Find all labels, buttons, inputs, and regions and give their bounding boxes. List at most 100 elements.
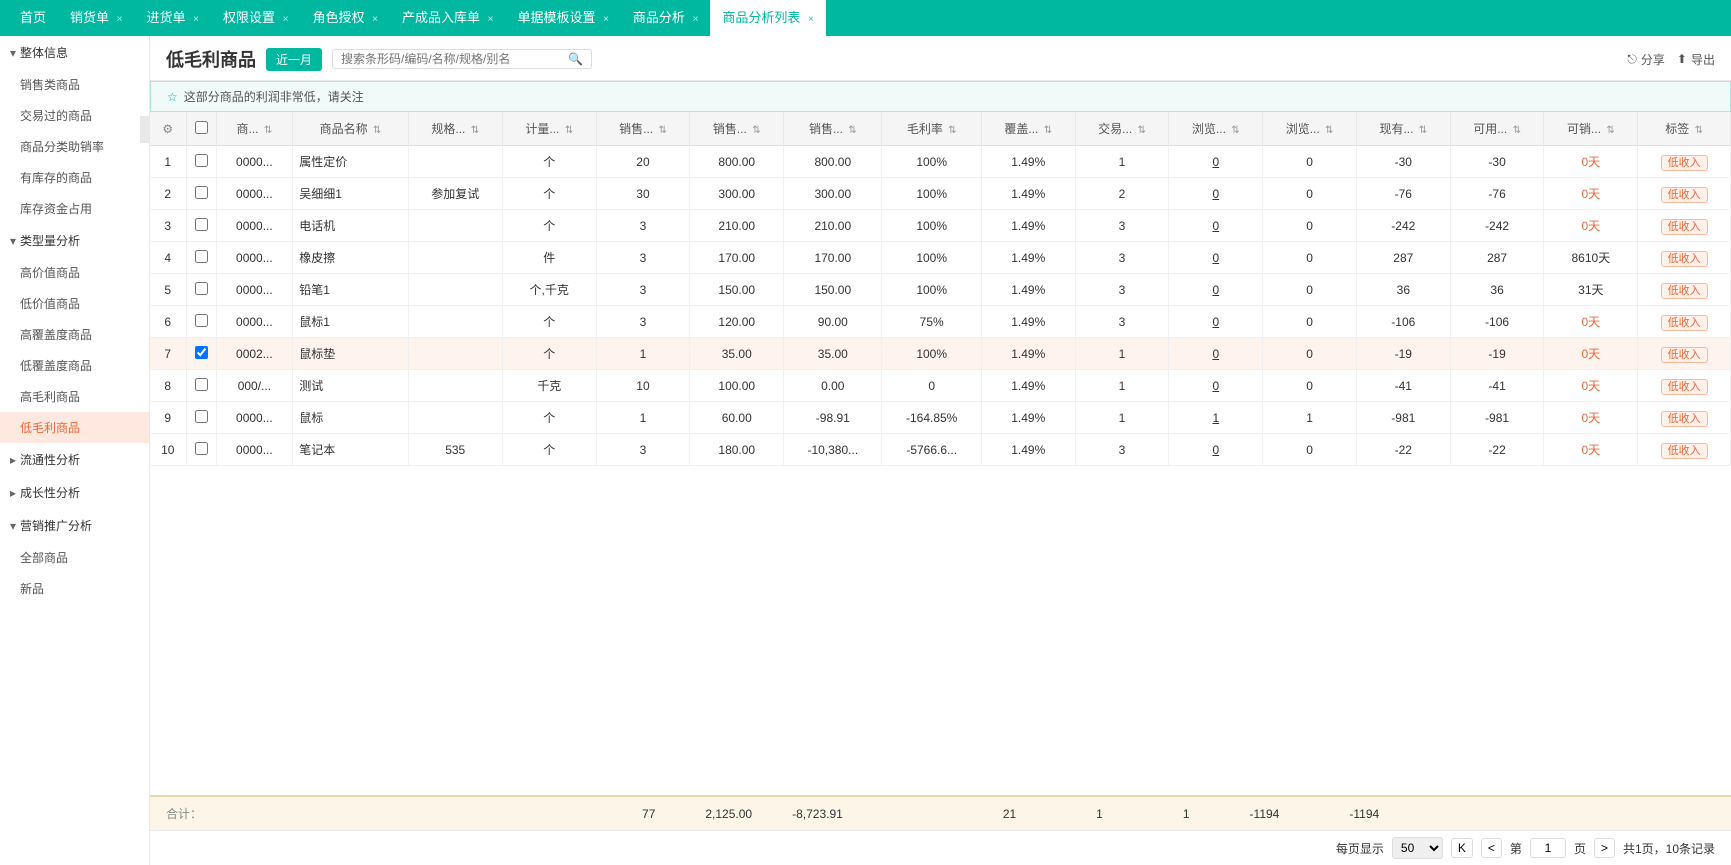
nav-goods-analysis-list[interactable]: 商品分析列表 ×: [710, 0, 825, 36]
row-sales1: 3: [596, 210, 690, 242]
row-checkbox[interactable]: [186, 146, 216, 178]
nav-roles[interactable]: 角色授权 ×: [300, 0, 389, 36]
sidebar-item-low-coverage[interactable]: 低覆盖度商品: [0, 350, 149, 381]
row-checkbox[interactable]: [186, 338, 216, 370]
row-browse1: 0: [1169, 434, 1263, 466]
row-current: -19: [1356, 338, 1450, 370]
close-product-inbound-icon[interactable]: ×: [488, 14, 494, 25]
row-spec: [408, 210, 502, 242]
row-checkbox[interactable]: [186, 402, 216, 434]
nav-permissions[interactable]: 权限设置 ×: [211, 0, 300, 36]
nav-purchase[interactable]: 进货单 ×: [135, 0, 211, 36]
sidebar-item-high-value[interactable]: 高价值商品: [0, 257, 149, 288]
row-code: 0000...: [216, 402, 293, 434]
nav-goods-analysis[interactable]: 商品分析 ×: [621, 0, 710, 36]
sidebar-item-inventory-capital[interactable]: 库存资金占用: [0, 193, 149, 224]
row-sales3: 800.00: [784, 146, 882, 178]
row-coverage: 1.49%: [981, 338, 1075, 370]
row-number: 8: [150, 370, 186, 402]
arrow-icon-5: ▾: [10, 519, 16, 533]
search-icon[interactable]: 🔍: [568, 52, 583, 66]
footer-available-total: -1194: [1349, 807, 1379, 821]
next-page-button[interactable]: >: [1594, 838, 1615, 858]
row-sales2: 35.00: [690, 338, 784, 370]
row-browse1: 0: [1169, 338, 1263, 370]
row-sales3: 170.00: [784, 242, 882, 274]
row-number: 7: [150, 338, 186, 370]
sidebar-item-all-goods[interactable]: 全部商品: [0, 542, 149, 573]
sidebar-item-stocked-goods[interactable]: 有库存的商品: [0, 162, 149, 193]
close-goods-list-icon[interactable]: ×: [808, 14, 814, 25]
sidebar-item-sales-goods[interactable]: 销售类商品: [0, 69, 149, 100]
sidebar-group-growth[interactable]: ▸ 成长性分析: [0, 476, 149, 509]
row-checkbox[interactable]: [186, 210, 216, 242]
nav-home[interactable]: 首页: [8, 0, 58, 36]
prev-page-button[interactable]: <: [1481, 838, 1502, 858]
filter-button[interactable]: 近一月: [266, 48, 322, 71]
row-unit: 个: [502, 338, 596, 370]
row-browse2: 0: [1263, 146, 1357, 178]
sidebar-item-traded-goods[interactable]: 交易过的商品: [0, 100, 149, 131]
share-button[interactable]: ⎋ 分享: [1627, 51, 1665, 68]
select-all-checkbox[interactable]: [195, 121, 208, 134]
row-tag: 低收入: [1638, 242, 1731, 274]
sidebar-group-circulation[interactable]: ▸ 流通性分析: [0, 443, 149, 476]
nav-template[interactable]: 单据模板设置 ×: [505, 0, 620, 36]
table-row: 8 000/... 测试 千克 10 100.00 0.00 0 1.49% 1…: [150, 370, 1731, 402]
row-sales2: 150.00: [690, 274, 784, 306]
row-browse1: 0: [1169, 370, 1263, 402]
sidebar-item-category-rate[interactable]: 商品分类助销率: [0, 131, 149, 162]
table-row: 2 0000... 吴细细1 参加复试 个 30 300.00 300.00 1…: [150, 178, 1731, 210]
first-page-button[interactable]: K: [1451, 838, 1473, 858]
export-icon: ⬆: [1677, 52, 1687, 66]
row-checkbox[interactable]: [186, 178, 216, 210]
goods-table: ⚙ 商... ⇅ 商品名称 ⇅ 规格... ⇅ 计量... ⇅ 销售... ⇅ …: [150, 112, 1731, 466]
row-checkbox[interactable]: [186, 434, 216, 466]
row-unit: 个: [502, 306, 596, 338]
row-spec: [408, 146, 502, 178]
row-name: 鼠标1: [293, 306, 408, 338]
row-coverage: 1.49%: [981, 210, 1075, 242]
col-available: 可用... ⇅: [1450, 112, 1544, 146]
row-spec: [408, 242, 502, 274]
export-button[interactable]: ⬆ 导出: [1677, 51, 1715, 68]
close-sales-icon[interactable]: ×: [117, 14, 123, 25]
sidebar-item-low-margin[interactable]: 低毛利商品: [0, 412, 149, 443]
page-title: 低毛利商品: [166, 46, 256, 72]
row-available: -76: [1450, 178, 1544, 210]
col-name: 商品名称 ⇅: [293, 112, 408, 146]
sidebar-group-overall[interactable]: ▾ 整体信息: [0, 36, 149, 69]
arrow-icon-4: ▸: [10, 486, 16, 500]
row-checkbox[interactable]: [186, 274, 216, 306]
row-checkbox[interactable]: [186, 306, 216, 338]
close-goods-analysis-icon[interactable]: ×: [693, 14, 699, 25]
settings-icon[interactable]: ⚙: [162, 122, 173, 136]
main-layout: ▾ 整体信息 销售类商品 交易过的商品 商品分类助销率 有库存的商品 库存资金占…: [0, 36, 1731, 865]
row-gross-rate: 0: [882, 370, 981, 402]
nav-product-inbound[interactable]: 产成品入库单 ×: [390, 0, 505, 36]
nav-sales[interactable]: 销货单 ×: [58, 0, 134, 36]
page-number-input[interactable]: [1530, 838, 1566, 858]
close-template-icon[interactable]: ×: [603, 14, 609, 25]
sidebar-group-marketing[interactable]: ▾ 营销推广分析: [0, 509, 149, 542]
close-purchase-icon[interactable]: ×: [193, 14, 199, 25]
col-unit: 计量... ⇅: [502, 112, 596, 146]
close-permissions-icon[interactable]: ×: [283, 14, 289, 25]
row-checkbox[interactable]: [186, 370, 216, 402]
page-size-select[interactable]: 50 100 200: [1392, 837, 1443, 859]
search-input[interactable]: [341, 52, 568, 66]
row-available: -981: [1450, 402, 1544, 434]
sidebar-group-type-analysis[interactable]: ▾ 类型量分析: [0, 224, 149, 257]
row-code: 0000...: [216, 242, 293, 274]
row-coverage: 1.49%: [981, 370, 1075, 402]
close-roles-icon[interactable]: ×: [372, 14, 378, 25]
sidebar-item-new-goods[interactable]: 新品: [0, 573, 149, 604]
sidebar-item-high-margin[interactable]: 高毛利商品: [0, 381, 149, 412]
sidebar-item-low-value[interactable]: 低价值商品: [0, 288, 149, 319]
sidebar-collapse-button[interactable]: 《: [140, 116, 150, 143]
row-sales1: 3: [596, 274, 690, 306]
row-number: 5: [150, 274, 186, 306]
row-checkbox[interactable]: [186, 242, 216, 274]
sidebar-item-high-coverage[interactable]: 高覆盖度商品: [0, 319, 149, 350]
arrow-icon-3: ▸: [10, 453, 16, 467]
